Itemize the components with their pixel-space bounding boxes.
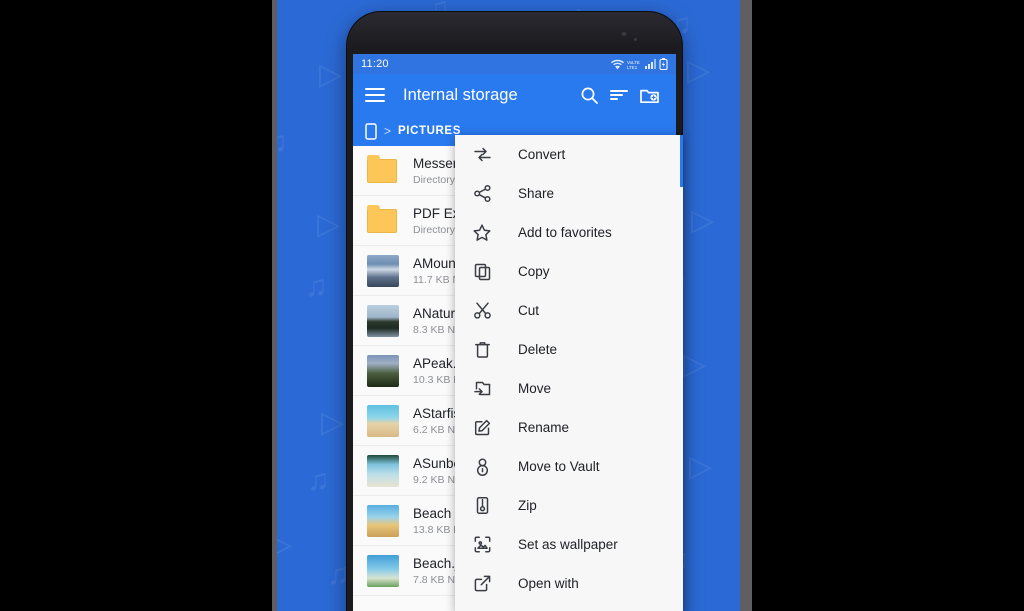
play-triangle-icon: ▷ bbox=[683, 348, 707, 381]
menu-item-label: Rename bbox=[518, 420, 570, 435]
image-thumb-mountain bbox=[367, 254, 399, 287]
image-thumb-starfish bbox=[367, 404, 399, 437]
image-thumb-beach bbox=[367, 554, 399, 587]
new-folder-icon[interactable] bbox=[634, 80, 664, 110]
app-bar: Internal storage bbox=[353, 74, 676, 116]
status-bar: 11:20 VoLTE LTE1 bbox=[353, 54, 676, 74]
folder-icon bbox=[367, 204, 399, 237]
battery-icon bbox=[659, 58, 668, 70]
menu-item-list: Convert Share Add to favorites Copy Cut Delet… bbox=[455, 135, 683, 603]
pencil-square-icon bbox=[471, 418, 493, 437]
image-thumb-sunbed bbox=[367, 454, 399, 487]
menu-item-label: Delete bbox=[518, 342, 558, 357]
breadcrumb-separator: > bbox=[384, 124, 392, 138]
share-icon bbox=[471, 184, 493, 203]
phone-icon bbox=[365, 122, 377, 140]
menu-item-label: Add to favorites bbox=[518, 225, 612, 240]
menu-item-cut[interactable]: Cut bbox=[455, 291, 683, 330]
image-thumb-peak bbox=[367, 354, 399, 387]
menu-item-label: Convert bbox=[518, 147, 566, 162]
menu-item-set-as-wallpaper[interactable]: Set as wallpaper bbox=[455, 525, 683, 564]
menu-item-share[interactable]: Share bbox=[455, 174, 683, 213]
music-note-icon: ♫ bbox=[277, 128, 288, 158]
wifi-icon bbox=[611, 59, 624, 69]
screenshot-stage: ▷ ♫ ▷ ♫ ▷ ♫ ▷ ♫ ♫ ▷ ♫ ▷ ♫ ▷ ♫ ▷ ♫ ▷ ♫ bbox=[0, 0, 1024, 611]
external-link-icon bbox=[471, 574, 493, 593]
play-triangle-icon: ▷ bbox=[277, 530, 292, 560]
play-triangle-icon: ▷ bbox=[321, 406, 345, 439]
menu-item-copy[interactable]: Copy bbox=[455, 252, 683, 291]
move-icon bbox=[471, 379, 493, 398]
play-triangle-icon: ▷ bbox=[691, 204, 715, 237]
wallpaper-icon bbox=[471, 535, 493, 554]
page-title: Internal storage bbox=[403, 85, 518, 104]
menu-item-rename[interactable]: Rename bbox=[455, 408, 683, 447]
search-icon[interactable] bbox=[574, 80, 604, 110]
menu-item-label: Open with bbox=[518, 576, 579, 591]
copy-icon bbox=[471, 262, 493, 281]
scissors-icon bbox=[471, 301, 493, 320]
image-thumb-nature bbox=[367, 304, 399, 337]
menu-item-label: Copy bbox=[518, 264, 550, 279]
sort-icon[interactable] bbox=[604, 80, 634, 110]
hamburger-icon[interactable] bbox=[365, 88, 385, 102]
status-clock: 11:20 bbox=[361, 58, 389, 70]
volte-icon: VoLTE LTE1 bbox=[627, 60, 640, 70]
menu-item-label: Cut bbox=[518, 303, 540, 318]
menu-item-open-with[interactable]: Open with bbox=[455, 564, 683, 603]
menu-item-move[interactable]: Move bbox=[455, 369, 683, 408]
convert-icon bbox=[471, 145, 493, 164]
menu-item-label: Zip bbox=[518, 498, 537, 513]
menu-item-zip[interactable]: Zip bbox=[455, 486, 683, 525]
lock-icon bbox=[471, 457, 493, 476]
image-thumb-beachpalm bbox=[367, 504, 399, 537]
play-triangle-icon: ▷ bbox=[319, 58, 343, 91]
svg-text:LTE1: LTE1 bbox=[627, 65, 638, 70]
menu-scrollbar[interactable] bbox=[680, 135, 683, 187]
menu-item-label: Move to Vault bbox=[518, 459, 600, 474]
menu-item-move-to-vault[interactable]: Move to Vault bbox=[455, 447, 683, 486]
breadcrumb-path: PICTURES bbox=[398, 125, 461, 137]
menu-item-label: Move bbox=[518, 381, 552, 396]
menu-item-label: Share bbox=[518, 186, 555, 201]
zip-icon bbox=[471, 496, 493, 515]
play-triangle-icon: ▷ bbox=[687, 54, 711, 87]
front-camera-icon bbox=[622, 32, 626, 36]
play-triangle-icon: ▷ bbox=[317, 208, 341, 241]
star-icon bbox=[471, 223, 493, 243]
status-icons: VoLTE LTE1 bbox=[611, 58, 668, 70]
music-note-icon: ♫ bbox=[305, 270, 328, 303]
context-menu[interactable]: Convert Share Add to favorites Copy Cut Delet… bbox=[455, 135, 683, 611]
menu-item-add-to-favorites[interactable]: Add to favorites bbox=[455, 213, 683, 252]
phone-bezel bbox=[347, 12, 682, 58]
play-triangle-icon: ▷ bbox=[689, 450, 713, 483]
menu-item-label: Set as wallpaper bbox=[518, 537, 618, 552]
folder-icon bbox=[367, 154, 399, 187]
front-camera-icon bbox=[634, 38, 637, 41]
menu-item-convert[interactable]: Convert bbox=[455, 135, 683, 174]
music-note-icon: ♫ bbox=[307, 464, 330, 497]
signal-bars-icon bbox=[645, 59, 656, 69]
menu-item-delete[interactable]: Delete bbox=[455, 330, 683, 369]
trash-icon bbox=[471, 340, 493, 359]
